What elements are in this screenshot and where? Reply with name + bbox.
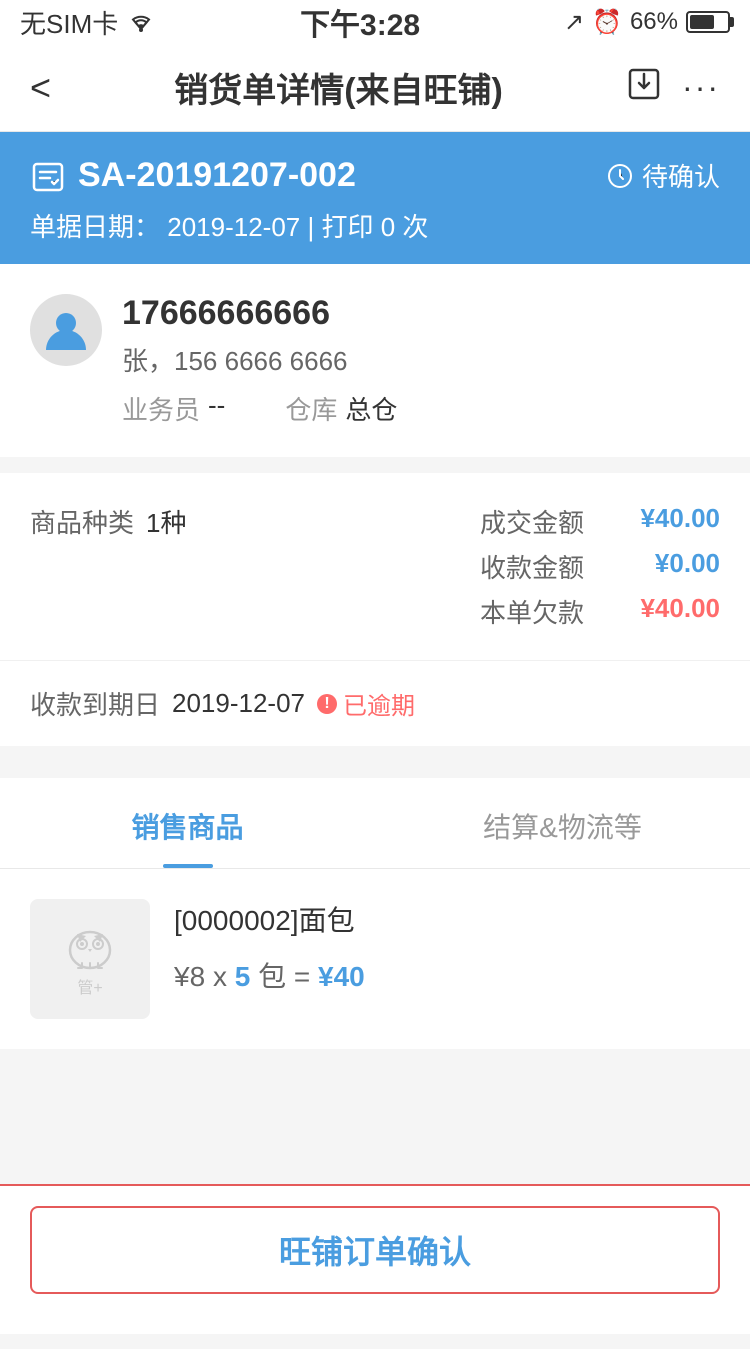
customer-name: 张，156 6666 6666 (122, 341, 720, 378)
brand-label: 管+ (77, 974, 102, 998)
price-value: ¥8 (174, 961, 205, 992)
received-amount-item: 收款金额 ¥0.00 (480, 548, 720, 585)
avatar-icon (41, 305, 91, 355)
nav-actions: ··· (626, 66, 720, 110)
deal-amount-value: ¥40.00 (600, 503, 720, 540)
carrier-text: 无SIM卡 (20, 4, 118, 41)
salesman-label: 业务员 (122, 390, 200, 427)
warehouse-label: 仓库 (285, 390, 337, 427)
due-date: 2019-12-07 (172, 688, 305, 719)
product-type-item: 商品种类 1种 (30, 503, 186, 540)
order-icon (30, 158, 66, 194)
received-label: 收款金额 (480, 548, 584, 585)
price-total: ¥40 (318, 961, 365, 992)
summary-section: 商品种类 1种 成交金额 ¥40.00 收款金额 ¥0.00 本单欠款 ¥40.… (0, 473, 750, 660)
customer-phone: 17666666666 (122, 294, 720, 333)
summary-right: 成交金额 ¥40.00 收款金额 ¥0.00 本单欠款 ¥40.00 (480, 503, 720, 630)
order-header-top: SA-20191207-002 待确认 (30, 156, 720, 195)
price-unit: 包 (258, 961, 286, 992)
page-title: 销货单详情(来自旺铺) (174, 63, 503, 112)
status-bar: 无SIM卡 下午3:28 ↗ ⏰ 66% (0, 0, 750, 44)
warehouse-item: 仓库 总仓 (285, 390, 397, 427)
customer-section: 17666666666 张，156 6666 6666 业务员 -- 仓库 总仓 (0, 264, 750, 457)
order-header: SA-20191207-002 待确认 单据日期： 2019-12-07 | 打… (0, 132, 750, 264)
tab-sales-product[interactable]: 销售商品 (0, 778, 375, 868)
status-right: ↗ ⏰ 66% (564, 8, 730, 37)
divider-1 (0, 457, 750, 473)
status-left: 无SIM卡 (20, 4, 156, 41)
overdue-dot-icon: ! (317, 694, 337, 714)
price-equals: = (294, 961, 318, 992)
order-status: 待确认 (606, 157, 720, 194)
product-type-label: 商品种类 (30, 503, 134, 540)
battery-percent: 66% (630, 8, 678, 36)
product-price: ¥8 x 5 包 = ¥40 (174, 955, 720, 995)
tab-settlement[interactable]: 结算&物流等 (375, 778, 750, 868)
order-id: SA-20191207-002 (30, 156, 356, 195)
divider-2 (0, 746, 750, 762)
due-section: 收款到期日 2019-12-07 ! 已逾期 (0, 660, 750, 746)
warehouse-value: 总仓 (345, 390, 397, 427)
battery-icon (686, 11, 730, 33)
owed-amount-item: 本单欠款 ¥40.00 (480, 593, 720, 630)
status-time: 下午3:28 (300, 0, 420, 44)
received-value: ¥0.00 (600, 548, 720, 585)
price-formula: x (213, 961, 235, 992)
location-icon: ↗ (564, 8, 584, 37)
product-thumb-inner: 管+ (55, 920, 125, 998)
deal-amount-label: 成交金额 (480, 503, 584, 540)
confirm-order-button[interactable]: 旺铺订单确认 (30, 1206, 720, 1294)
alarm-icon: ⏰ (592, 8, 622, 37)
overdue-label: 已逾期 (343, 686, 415, 721)
product-item: 管+ [0000002]面包 ¥8 x 5 包 = ¥40 (0, 869, 750, 1049)
customer-info: 17666666666 张，156 6666 6666 业务员 -- 仓库 总仓 (122, 294, 720, 427)
back-button[interactable]: < (30, 67, 51, 109)
salesman-value: -- (208, 390, 225, 427)
product-info: [0000002]面包 ¥8 x 5 包 = ¥40 (174, 899, 720, 995)
clock-icon (606, 162, 634, 190)
wifi-icon (126, 11, 156, 33)
overdue-badge: ! 已逾期 (317, 686, 415, 721)
owed-label: 本单欠款 (480, 593, 584, 630)
brand-owl-icon (55, 920, 125, 970)
product-name: [0000002]面包 (174, 899, 720, 939)
tabs-header: 销售商品 结算&物流等 (0, 778, 750, 869)
more-button[interactable]: ··· (682, 69, 720, 106)
nav-bar: < 销货单详情(来自旺铺) ··· (0, 44, 750, 132)
due-label: 收款到期日 (30, 685, 160, 722)
export-icon[interactable] (626, 66, 662, 110)
deal-amount-item: 成交金额 ¥40.00 (480, 503, 720, 540)
product-thumbnail: 管+ (30, 899, 150, 1019)
salesman-item: 业务员 -- (122, 390, 225, 427)
summary-left: 商品种类 1种 (30, 503, 186, 540)
order-date: 单据日期： 2019-12-07 | 打印 0 次 (30, 207, 720, 244)
customer-meta: 业务员 -- 仓库 总仓 (122, 390, 720, 427)
price-qty: 5 (235, 961, 251, 992)
product-type-value: 1种 (146, 503, 186, 540)
avatar (30, 294, 102, 366)
owed-value: ¥40.00 (600, 593, 720, 630)
bottom-button-area: 旺铺订单确认 (0, 1184, 750, 1334)
